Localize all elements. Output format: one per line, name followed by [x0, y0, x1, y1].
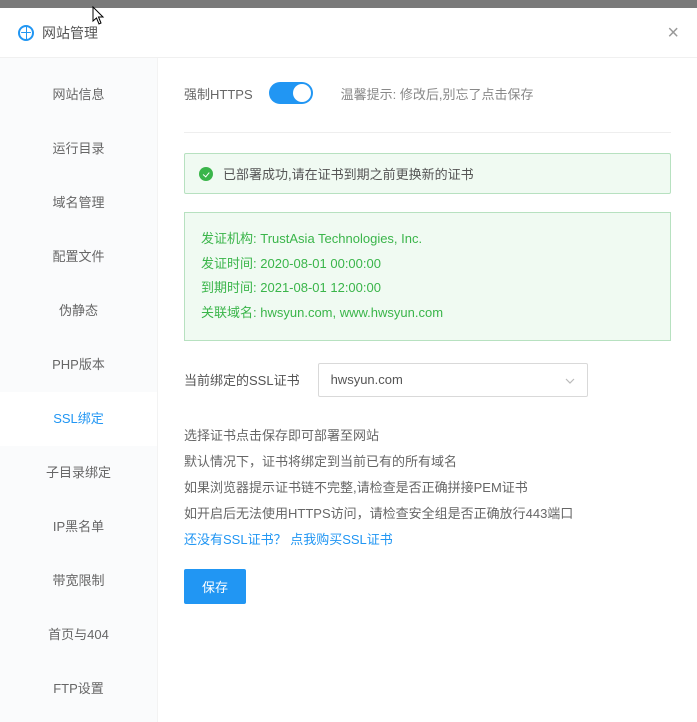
ssl-description: 选择证书点击保存即可部署至网站 默认情况下，证书将绑定到当前已有的所有域名 如果…	[184, 423, 671, 553]
globe-icon	[18, 25, 34, 41]
current-cert-label: 当前绑定的SSL证书	[184, 370, 300, 389]
force-https-toggle[interactable]	[269, 82, 313, 104]
deploy-success-text: 已部署成功,请在证书到期之前更换新的证书	[223, 164, 474, 183]
desc-line-4: 如开启后无法使用HTTPS访问，请检查安全组是否正确放行443端口	[184, 501, 671, 527]
chevron-down-icon	[565, 372, 575, 387]
check-circle-icon	[199, 167, 213, 181]
save-hint: 温馨提示: 修改后,别忘了点击保存	[341, 84, 534, 103]
sidebar-item-subdir-bind[interactable]: 子目录绑定	[0, 446, 157, 500]
desc-line-3: 如果浏览器提示证书链不完整,请检查是否正确拼接PEM证书	[184, 475, 671, 501]
desc-line-2: 默认情况下，证书将绑定到当前已有的所有域名	[184, 449, 671, 475]
close-icon[interactable]: ×	[667, 23, 679, 43]
cert-info-panel: 发证机构: TrustAsia Technologies, Inc. 发证时间:…	[184, 212, 671, 341]
save-button[interactable]: 保存	[184, 569, 246, 604]
deploy-success-alert: 已部署成功,请在证书到期之前更换新的证书	[184, 153, 671, 194]
sidebar-item-ssl-bind[interactable]: SSL绑定	[0, 392, 157, 446]
current-cert-select[interactable]: hwsyun.com	[318, 363, 588, 397]
divider	[184, 132, 671, 133]
current-cert-row: 当前绑定的SSL证书 hwsyun.com	[184, 363, 671, 397]
cert-issued: 发证时间: 2020-08-01 00:00:00	[201, 252, 654, 277]
current-cert-value: hwsyun.com	[331, 372, 403, 387]
sidebar-item-bandwidth-limit[interactable]: 带宽限制	[0, 554, 157, 608]
sidebar-item-domain-manage[interactable]: 域名管理	[0, 176, 157, 230]
sidebar-item-php-version[interactable]: PHP版本	[0, 338, 157, 392]
cert-expire: 到期时间: 2021-08-01 12:00:00	[201, 276, 654, 301]
cert-issuer: 发证机构: TrustAsia Technologies, Inc.	[201, 227, 654, 252]
cert-domains: 关联域名: hwsyun.com, www.hwsyun.com	[201, 301, 654, 326]
sidebar-item-index-404[interactable]: 首页与404	[0, 608, 157, 662]
modal-header: 网站管理 ×	[0, 8, 697, 58]
force-https-row: 强制HTTPS 温馨提示: 修改后,别忘了点击保存	[184, 82, 671, 104]
sidebar-item-run-dir[interactable]: 运行目录	[0, 122, 157, 176]
no-cert-question-link[interactable]: 还没有SSL证书？	[184, 532, 287, 547]
website-manage-modal: 网站管理 × 网站信息 运行目录 域名管理 配置文件 伪静态 PHP版本 SSL…	[0, 8, 697, 722]
sidebar-item-ip-blacklist[interactable]: IP黑名单	[0, 500, 157, 554]
sidebar-item-config-file[interactable]: 配置文件	[0, 230, 157, 284]
modal-title: 网站管理	[42, 23, 98, 43]
sidebar-item-ftp-settings[interactable]: FTP设置	[0, 662, 157, 716]
sidebar: 网站信息 运行目录 域名管理 配置文件 伪静态 PHP版本 SSL绑定 子目录绑…	[0, 58, 158, 722]
force-https-label: 强制HTTPS	[184, 84, 253, 103]
sidebar-item-site-info[interactable]: 网站信息	[0, 68, 157, 122]
sidebar-item-rewrite[interactable]: 伪静态	[0, 284, 157, 338]
content-panel: 强制HTTPS 温馨提示: 修改后,别忘了点击保存 已部署成功,请在证书到期之前…	[158, 58, 697, 722]
desc-line-1: 选择证书点击保存即可部署至网站	[184, 423, 671, 449]
buy-ssl-link[interactable]: 点我购买SSL证书	[290, 532, 393, 547]
